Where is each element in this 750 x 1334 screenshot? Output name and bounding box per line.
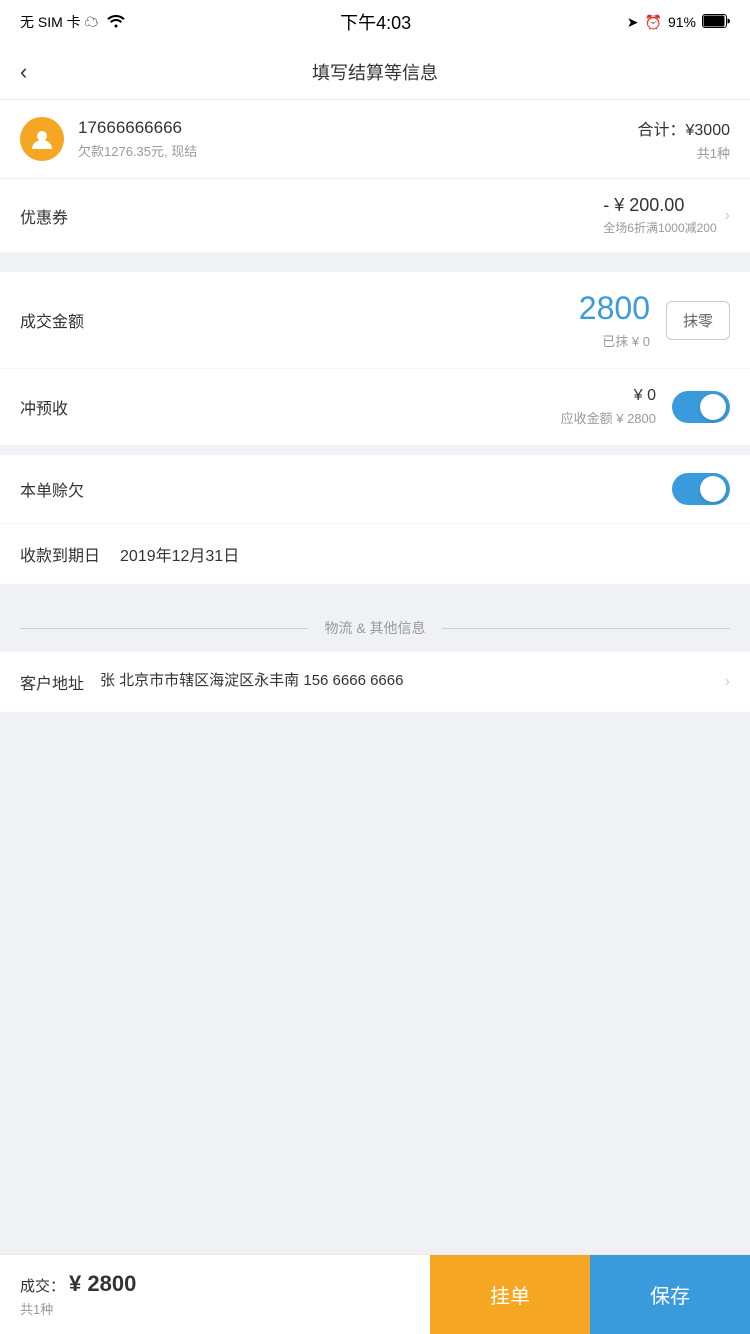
divider-2 [0, 445, 750, 455]
status-left: 无 SIM 卡 ☁ [20, 12, 125, 32]
customer-row: 17666666666 欠款1276.35元, 现结 合计：¥3000 共1种 [0, 100, 750, 178]
chongyu-label: 冲预收 [20, 395, 68, 419]
footer-deal-label: 成交： [20, 1275, 65, 1296]
coupon-label: 优惠券 [20, 204, 68, 228]
chongyu-row: 冲预收 ¥ 0 应收金额 ¥ 2800 [0, 369, 750, 445]
address-chevron-icon: › [725, 673, 730, 691]
address-row[interactable]: 客户地址 张 北京市市辖区海淀区永丰南 156 6666 6666 › [0, 652, 750, 712]
deal-section: 成交金额 2800 已抹 ¥ 0 抹零 冲预收 ¥ 0 应收金额 ¥ 2800 [0, 272, 750, 445]
chongyu-sub: 应收金额 ¥ 2800 [561, 408, 656, 427]
battery-icon [702, 14, 730, 31]
customer-info: 17666666666 欠款1276.35元, 现结 [78, 118, 197, 160]
deal-moling-sub: 已抹 ¥ 0 [579, 331, 650, 350]
coupon-right: - ¥ 200.00 全场6折满1000减200 › [603, 195, 730, 236]
logistics-header: 物流 & 其他信息 [0, 604, 750, 652]
chongyu-right-wrapper: ¥ 0 应收金额 ¥ 2800 [561, 387, 730, 427]
address-value: 张 北京市市辖区海淀区永丰南 156 6666 6666 [100, 670, 709, 693]
deal-amount: 2800 [579, 290, 650, 327]
due-date-row: 收款到期日 2019年12月31日 [0, 523, 750, 584]
save-button[interactable]: 保存 [590, 1255, 750, 1334]
page-title: 填写结算等信息 [312, 59, 438, 85]
sheqian-row: 本单赊欠 [0, 455, 750, 523]
footer-count: 共1种 [20, 1299, 410, 1318]
sheqian-toggle[interactable] [672, 473, 730, 505]
status-time: 下午4:03 [340, 9, 411, 35]
status-bar: 无 SIM 卡 ☁ 下午4:03 ➤ ⏰ 91% [0, 0, 750, 44]
customer-right: 合计：¥3000 共1种 [637, 116, 730, 162]
back-button[interactable]: ‹ [20, 59, 27, 85]
deal-row: 成交金额 2800 已抹 ¥ 0 抹零 [0, 272, 750, 369]
nav-bar: ‹ 填写结算等信息 [0, 44, 750, 100]
sheqian-label: 本单赊欠 [20, 477, 84, 501]
customer-total: 合计：¥3000 [637, 116, 730, 140]
chongyu-amount: ¥ 0 [561, 387, 656, 405]
deal-right: 2800 已抹 ¥ 0 抹零 [579, 290, 730, 350]
divider-1 [0, 262, 750, 272]
wifi-icon [107, 14, 125, 31]
due-date-label: 收款到期日 [20, 542, 100, 566]
footer: 成交： ¥ 2800 共1种 挂单 保存 [0, 1254, 750, 1334]
sim-label: 无 SIM 卡 ☁ [20, 12, 99, 32]
coupon-detail: 全场6折满1000减200 [603, 219, 716, 236]
battery-percent: 91% [668, 14, 696, 30]
moling-button[interactable]: 抹零 [666, 301, 730, 340]
chevron-right-icon: › [725, 207, 730, 225]
chongyu-toggle[interactable] [672, 391, 730, 423]
coupon-discount: - ¥ 200.00 [603, 195, 716, 216]
logistics-line-left [20, 628, 308, 629]
footer-info: 成交： ¥ 2800 共1种 [0, 1271, 430, 1318]
due-date-value: 2019年12月31日 [120, 542, 239, 566]
footer-deal-amount: ¥ 2800 [69, 1271, 136, 1297]
divider-3 [0, 594, 750, 604]
status-right: ➤ ⏰ 91% [627, 14, 730, 31]
chongyu-values: ¥ 0 应收金额 ¥ 2800 [561, 387, 656, 427]
address-label: 客户地址 [20, 670, 84, 694]
location-icon: ➤ [627, 14, 639, 31]
avatar [20, 117, 64, 161]
sheqian-section: 本单赊欠 收款到期日 2019年12月31日 [0, 455, 750, 584]
logistics-line-right [442, 628, 730, 629]
deal-label: 成交金额 [20, 308, 84, 332]
alarm-icon: ⏰ [645, 14, 662, 31]
customer-debt: 欠款1276.35元, 现结 [78, 141, 197, 160]
customer-count: 共1种 [637, 143, 730, 162]
customer-left: 17666666666 欠款1276.35元, 现结 [20, 117, 197, 161]
customer-phone: 17666666666 [78, 118, 197, 138]
logistics-label: 物流 & 其他信息 [324, 618, 425, 638]
customer-section: 17666666666 欠款1276.35元, 现结 合计：¥3000 共1种 … [0, 100, 750, 252]
bottom-spacer [0, 712, 750, 812]
hang-single-button[interactable]: 挂单 [430, 1255, 590, 1334]
coupon-row[interactable]: 优惠券 - ¥ 200.00 全场6折满1000减200 › [0, 178, 750, 252]
